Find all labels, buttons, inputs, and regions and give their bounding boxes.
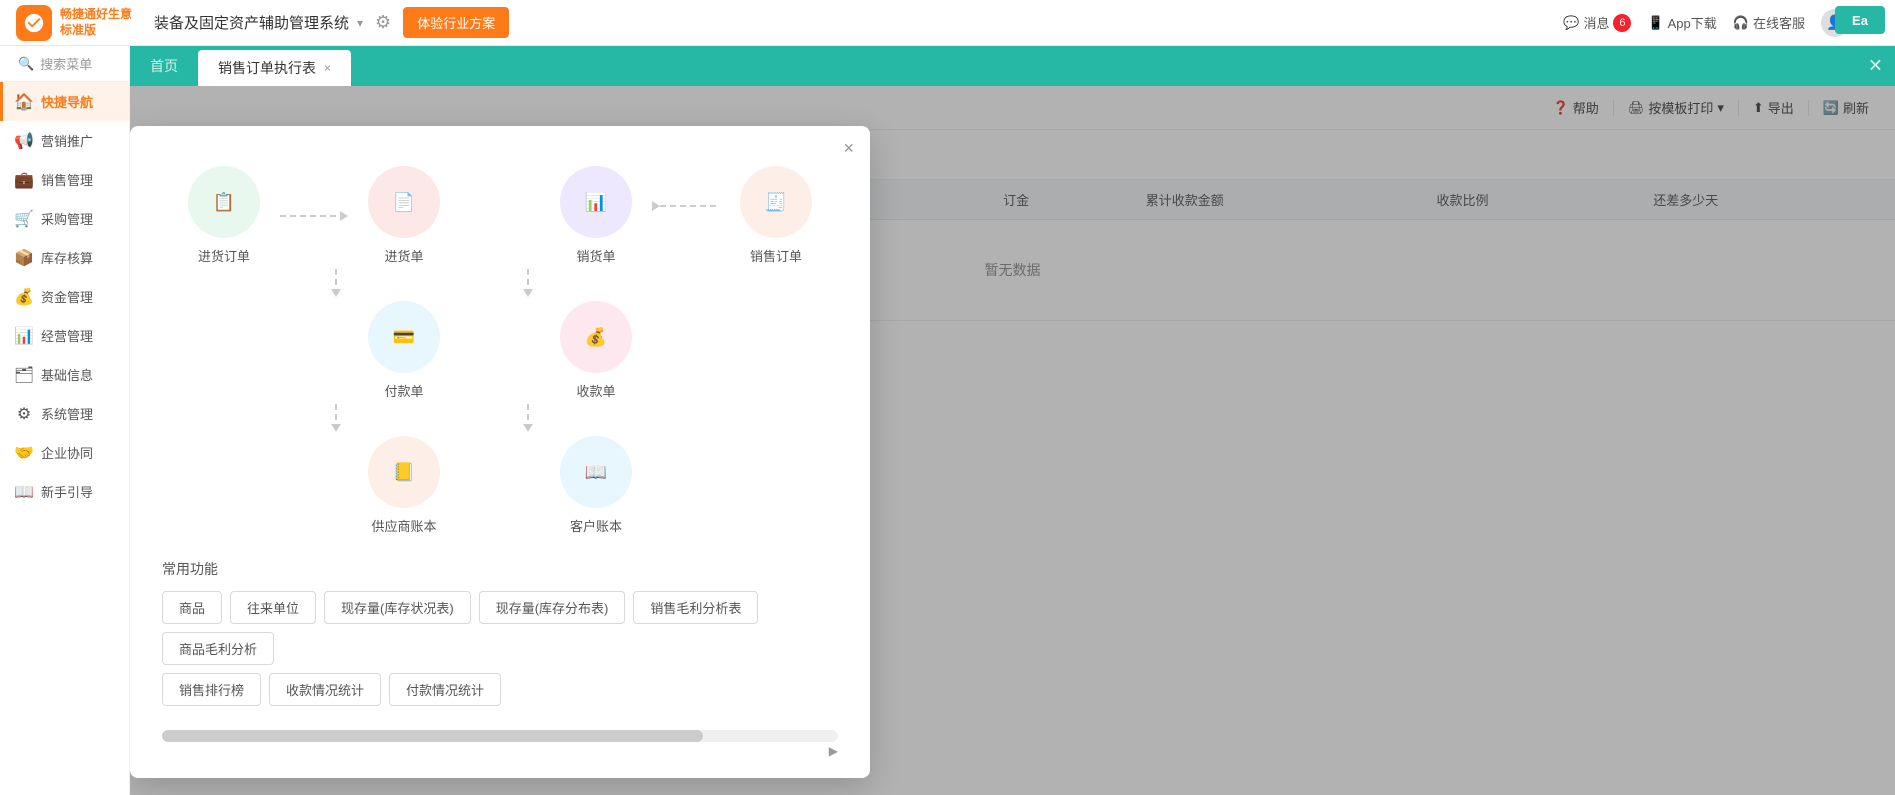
- search-icon: 🔍: [18, 56, 34, 72]
- sales-icon: 💼: [15, 171, 33, 189]
- common-btn-partners[interactable]: 往来单位: [230, 591, 316, 624]
- message-button[interactable]: 💬 消息 6: [1563, 13, 1631, 32]
- flow-node-sales-order[interactable]: 🧾 销售订单: [740, 166, 812, 265]
- sidebar-item-operations[interactable]: 📊 经营管理: [0, 316, 129, 355]
- sidebar-item-inventory[interactable]: 📦 库存核算: [0, 238, 129, 277]
- svg-text:📒: 📒: [393, 462, 415, 482]
- arrow-down-purchase-bill: [300, 269, 372, 297]
- sidebar-item-finance[interactable]: 💰 资金管理: [0, 277, 129, 316]
- purchase-icon: 🛒: [15, 210, 33, 228]
- sidebar: 🔍 搜索菜单 🏠 快捷导航 📢 营销推广 💼 销售管理 🛒 采购管理 📦 库存核…: [0, 46, 130, 795]
- download-icon: 📱: [1647, 15, 1663, 31]
- svg-text:📖: 📖: [585, 462, 607, 482]
- logo-icon: [16, 5, 52, 41]
- svg-text:📊: 📊: [585, 191, 607, 212]
- finance-icon: 💰: [15, 288, 33, 306]
- modal-box: × 📋 进货订单: [130, 126, 870, 778]
- search-menu[interactable]: 🔍 搜索菜单: [0, 46, 129, 82]
- modal-scrollbar[interactable]: [162, 730, 838, 742]
- ea-badge: Ea: [1835, 6, 1885, 34]
- settings-icon[interactable]: ⚙: [375, 12, 391, 33]
- sidebar-item-basic[interactable]: 🗂 基础信息: [0, 355, 129, 394]
- sidebar-item-purchase[interactable]: 🛒 采购管理: [0, 199, 129, 238]
- ops-icon: 📊: [15, 327, 33, 345]
- header-right: 💬 消息 6 📱 App下载 🎧 在线客服 👤 用友 Ea: [1563, 9, 1879, 37]
- common-btn-stock-status[interactable]: 现存量(库存状况表): [324, 591, 471, 624]
- logo-text: 畅捷通好生意 标准版: [60, 7, 132, 38]
- sidebar-item-enterprise[interactable]: 🤝 企业协同: [0, 433, 129, 472]
- tab-sales-order-exec[interactable]: 销售订单执行表 ×: [198, 50, 351, 86]
- trial-button[interactable]: 体验行业方案: [403, 7, 509, 38]
- page-content: ❓ 帮助 🖨 按模板打印 ▾ ⬆ 导出 🔄 刷新: [130, 86, 1895, 795]
- home-icon: 🏠: [15, 93, 33, 111]
- enterprise-icon: 🤝: [15, 444, 33, 462]
- tab-close-icon[interactable]: ×: [324, 61, 331, 75]
- arrow-down-receipt: [492, 404, 564, 432]
- scroll-arrow-right: ▶: [162, 744, 838, 758]
- main-close-icon[interactable]: ✕: [1868, 56, 1883, 77]
- app-download-button[interactable]: 📱 App下载: [1647, 13, 1716, 32]
- message-badge: 6: [1613, 14, 1631, 32]
- arrow-down-sales-bill: [492, 269, 564, 297]
- arrow-sales-order-to-bill: [652, 201, 720, 211]
- flow-node-customer-ledger[interactable]: 📖 客户账本: [560, 436, 632, 535]
- common-buttons-row2: 销售排行榜 收款情况统计 付款情况统计: [162, 673, 838, 706]
- headset-icon: 🎧: [1733, 15, 1749, 31]
- flow-node-payment-bill[interactable]: 💳 付款单: [368, 301, 440, 400]
- svg-text:🧾: 🧾: [765, 191, 787, 212]
- common-btn-goods[interactable]: 商品: [162, 591, 222, 624]
- svg-text:📄: 📄: [393, 191, 415, 212]
- online-service-button[interactable]: 🎧 在线客服: [1733, 13, 1805, 32]
- sidebar-item-sales[interactable]: 💼 销售管理: [0, 160, 129, 199]
- common-functions-section: 常用功能 商品 往来单位 现存量(库存状况表) 现存量(库存分布表) 销售毛利分…: [162, 543, 838, 714]
- system-name: 装备及固定资产辅助管理系统: [154, 12, 349, 33]
- tab-home[interactable]: 首页: [130, 46, 198, 86]
- header: 畅捷通好生意 标准版 装备及固定资产辅助管理系统 ▾ ⚙ 体验行业方案 💬 消息…: [0, 0, 1895, 46]
- flow-node-sales-bill[interactable]: 📊 销货单: [560, 166, 632, 265]
- system-icon: ⚙: [15, 405, 33, 423]
- modal-close-button[interactable]: ×: [843, 138, 854, 159]
- main-area: 首页 销售订单执行表 × ✕ ❓ 帮助 🖨 按模板打印 ▾ ⬆ 导出: [130, 46, 1895, 795]
- system-title: 装备及固定资产辅助管理系统 ▾ ⚙ 体验行业方案: [154, 7, 1563, 38]
- basic-icon: 🗂: [15, 366, 33, 384]
- arrow-purchase-order-to-bill: [280, 211, 348, 221]
- marketing-icon: 📢: [15, 132, 33, 150]
- flow-node-purchase-bill[interactable]: 📄 进货单: [368, 166, 440, 265]
- common-btn-sales-gross[interactable]: 销售毛利分析表: [633, 591, 758, 624]
- common-btn-goods-gross[interactable]: 商品毛利分析: [162, 632, 274, 665]
- common-btn-receipt-stats[interactable]: 收款情况统计: [269, 673, 381, 706]
- sidebar-item-quick-nav[interactable]: 🏠 快捷导航: [0, 82, 129, 121]
- common-functions-title: 常用功能: [162, 559, 838, 579]
- svg-text:💳: 💳: [393, 327, 415, 347]
- arrow-down-payment: [300, 404, 372, 432]
- flow-node-supplier-ledger[interactable]: 📒 供应商账本: [368, 436, 440, 535]
- inventory-icon: 📦: [15, 249, 33, 267]
- sidebar-item-guide[interactable]: 📖 新手引导: [0, 472, 129, 511]
- tab-bar: 首页 销售订单执行表 × ✕: [130, 46, 1895, 86]
- dropdown-icon[interactable]: ▾: [357, 16, 363, 30]
- flow-node-receipt-bill[interactable]: 💰 收款单: [560, 301, 632, 400]
- sidebar-item-system[interactable]: ⚙ 系统管理: [0, 394, 129, 433]
- logo-area[interactable]: 畅捷通好生意 标准版: [16, 5, 146, 41]
- message-icon: 💬: [1563, 15, 1579, 31]
- common-btn-sales-rank[interactable]: 销售排行榜: [162, 673, 261, 706]
- common-buttons-row1: 商品 往来单位 现存量(库存状况表) 现存量(库存分布表) 销售毛利分析表 商品…: [162, 591, 838, 665]
- sidebar-item-marketing[interactable]: 📢 营销推广: [0, 121, 129, 160]
- guide-icon: 📖: [15, 483, 33, 501]
- common-btn-payment-stats[interactable]: 付款情况统计: [389, 673, 501, 706]
- flow-node-purchase-order[interactable]: 📋 进货订单: [188, 166, 260, 265]
- modal-scrollbar-thumb: [162, 730, 703, 742]
- modal-overlay[interactable]: × 📋 进货订单: [130, 86, 1895, 795]
- svg-text:💰: 💰: [585, 326, 607, 348]
- svg-text:📋: 📋: [213, 191, 235, 212]
- common-btn-stock-dist[interactable]: 现存量(库存分布表): [479, 591, 626, 624]
